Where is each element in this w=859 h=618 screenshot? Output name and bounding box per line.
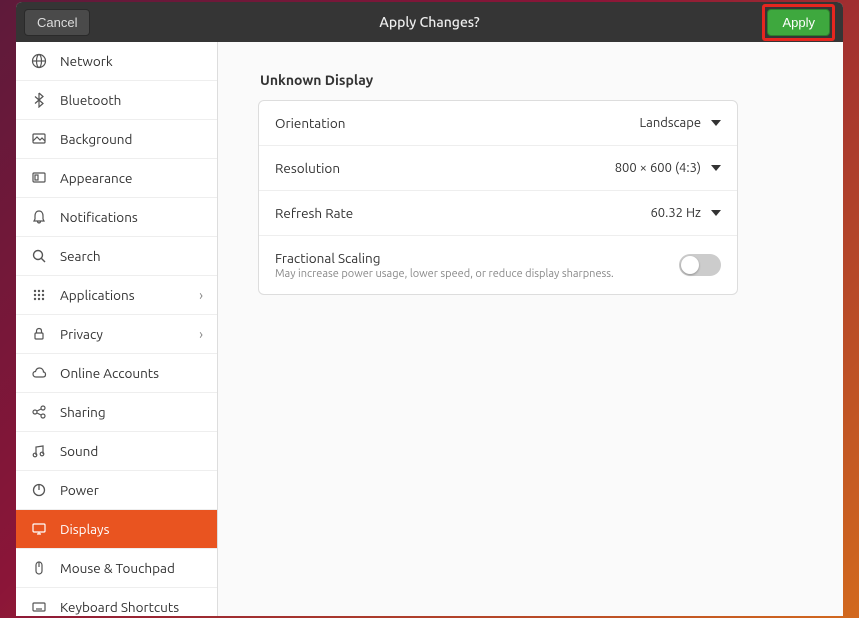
resolution-value-text: 800 × 600 (4:3) xyxy=(615,161,701,175)
resolution-value: 800 × 600 (4:3) xyxy=(615,161,721,175)
orientation-row[interactable]: Orientation Landscape xyxy=(259,101,737,146)
header-bar: Cancel Apply Changes? Apply xyxy=(16,2,843,42)
sidebar-item-displays[interactable]: Displays xyxy=(16,510,217,549)
dropdown-arrow-icon xyxy=(711,210,721,216)
cancel-button[interactable]: Cancel xyxy=(24,9,90,36)
sidebar-item-power[interactable]: Power xyxy=(16,471,217,510)
settings-window: Cancel Apply Changes? Apply Network Blue… xyxy=(16,2,843,616)
main-panel: Unknown Display Orientation Landscape Re… xyxy=(218,42,843,616)
cloud-icon xyxy=(30,364,48,382)
header-title: Apply Changes? xyxy=(16,14,843,30)
globe-icon xyxy=(30,52,48,70)
content-area: Network Bluetooth Background Appearance xyxy=(16,42,843,616)
grid-icon xyxy=(30,286,48,304)
sidebar-item-network[interactable]: Network xyxy=(16,42,217,81)
resolution-row[interactable]: Resolution 800 × 600 (4:3) xyxy=(259,146,737,191)
scaling-row: Fractional Scaling May increase power us… xyxy=(259,236,737,294)
search-icon xyxy=(30,247,48,265)
display-settings-list: Orientation Landscape Resolution 800 × 6… xyxy=(258,100,738,295)
sidebar-item-privacy[interactable]: Privacy › xyxy=(16,315,217,354)
sidebar-item-label: Notifications xyxy=(60,209,138,225)
sidebar-item-bluetooth[interactable]: Bluetooth xyxy=(16,81,217,120)
sidebar-item-sharing[interactable]: Sharing xyxy=(16,393,217,432)
scaling-sub: May increase power usage, lower speed, o… xyxy=(275,268,614,280)
sidebar-item-label: Online Accounts xyxy=(60,365,159,381)
sidebar-item-label: Appearance xyxy=(60,170,132,186)
sidebar-item-label: Displays xyxy=(60,521,109,537)
sidebar-item-keyboard[interactable]: Keyboard Shortcuts xyxy=(16,588,217,616)
section-title: Unknown Display xyxy=(260,72,803,88)
scaling-switch[interactable] xyxy=(679,254,721,276)
displays-icon xyxy=(30,520,48,538)
sidebar-item-label: Sound xyxy=(60,443,98,459)
orientation-value-text: Landscape xyxy=(640,116,701,130)
sidebar-item-notifications[interactable]: Notifications xyxy=(16,198,217,237)
sidebar-item-sound[interactable]: Sound xyxy=(16,432,217,471)
apply-button[interactable]: Apply xyxy=(767,9,830,36)
appearance-icon xyxy=(30,169,48,187)
sidebar-item-label: Bluetooth xyxy=(60,92,121,108)
sidebar-item-label: Mouse & Touchpad xyxy=(60,560,175,576)
sidebar-item-label: Search xyxy=(60,248,101,264)
bluetooth-icon xyxy=(30,91,48,109)
sidebar-item-label: Keyboard Shortcuts xyxy=(60,599,179,615)
sidebar-item-appearance[interactable]: Appearance xyxy=(16,159,217,198)
resolution-label: Resolution xyxy=(275,160,340,176)
sidebar-item-mouse[interactable]: Mouse & Touchpad xyxy=(16,549,217,588)
orientation-value: Landscape xyxy=(640,116,721,130)
sharing-icon xyxy=(30,403,48,421)
mouse-icon xyxy=(30,559,48,577)
refresh-value-text: 60.32 Hz xyxy=(650,206,701,220)
chevron-right-icon: › xyxy=(199,326,203,342)
lock-icon xyxy=(30,325,48,343)
keyboard-icon xyxy=(30,598,48,616)
refresh-row[interactable]: Refresh Rate 60.32 Hz xyxy=(259,191,737,236)
power-icon xyxy=(30,481,48,499)
sidebar: Network Bluetooth Background Appearance xyxy=(16,42,218,616)
sidebar-item-label: Power xyxy=(60,482,99,498)
dropdown-arrow-icon xyxy=(711,165,721,171)
apply-highlight: Apply xyxy=(762,4,835,41)
scaling-label: Fractional Scaling xyxy=(275,250,614,266)
refresh-label: Refresh Rate xyxy=(275,205,353,221)
sidebar-item-label: Privacy xyxy=(60,326,103,342)
refresh-value: 60.32 Hz xyxy=(650,206,721,220)
dropdown-arrow-icon xyxy=(711,120,721,126)
orientation-label: Orientation xyxy=(275,115,345,131)
sidebar-item-applications[interactable]: Applications › xyxy=(16,276,217,315)
sidebar-item-online-accounts[interactable]: Online Accounts xyxy=(16,354,217,393)
sidebar-item-label: Applications xyxy=(60,287,135,303)
sidebar-item-label: Sharing xyxy=(60,404,106,420)
sidebar-item-label: Background xyxy=(60,131,132,147)
sidebar-item-search[interactable]: Search xyxy=(16,237,217,276)
bell-icon xyxy=(30,208,48,226)
sidebar-item-label: Network xyxy=(60,53,113,69)
background-icon xyxy=(30,130,48,148)
sidebar-item-background[interactable]: Background xyxy=(16,120,217,159)
chevron-right-icon: › xyxy=(199,287,203,303)
music-icon xyxy=(30,442,48,460)
